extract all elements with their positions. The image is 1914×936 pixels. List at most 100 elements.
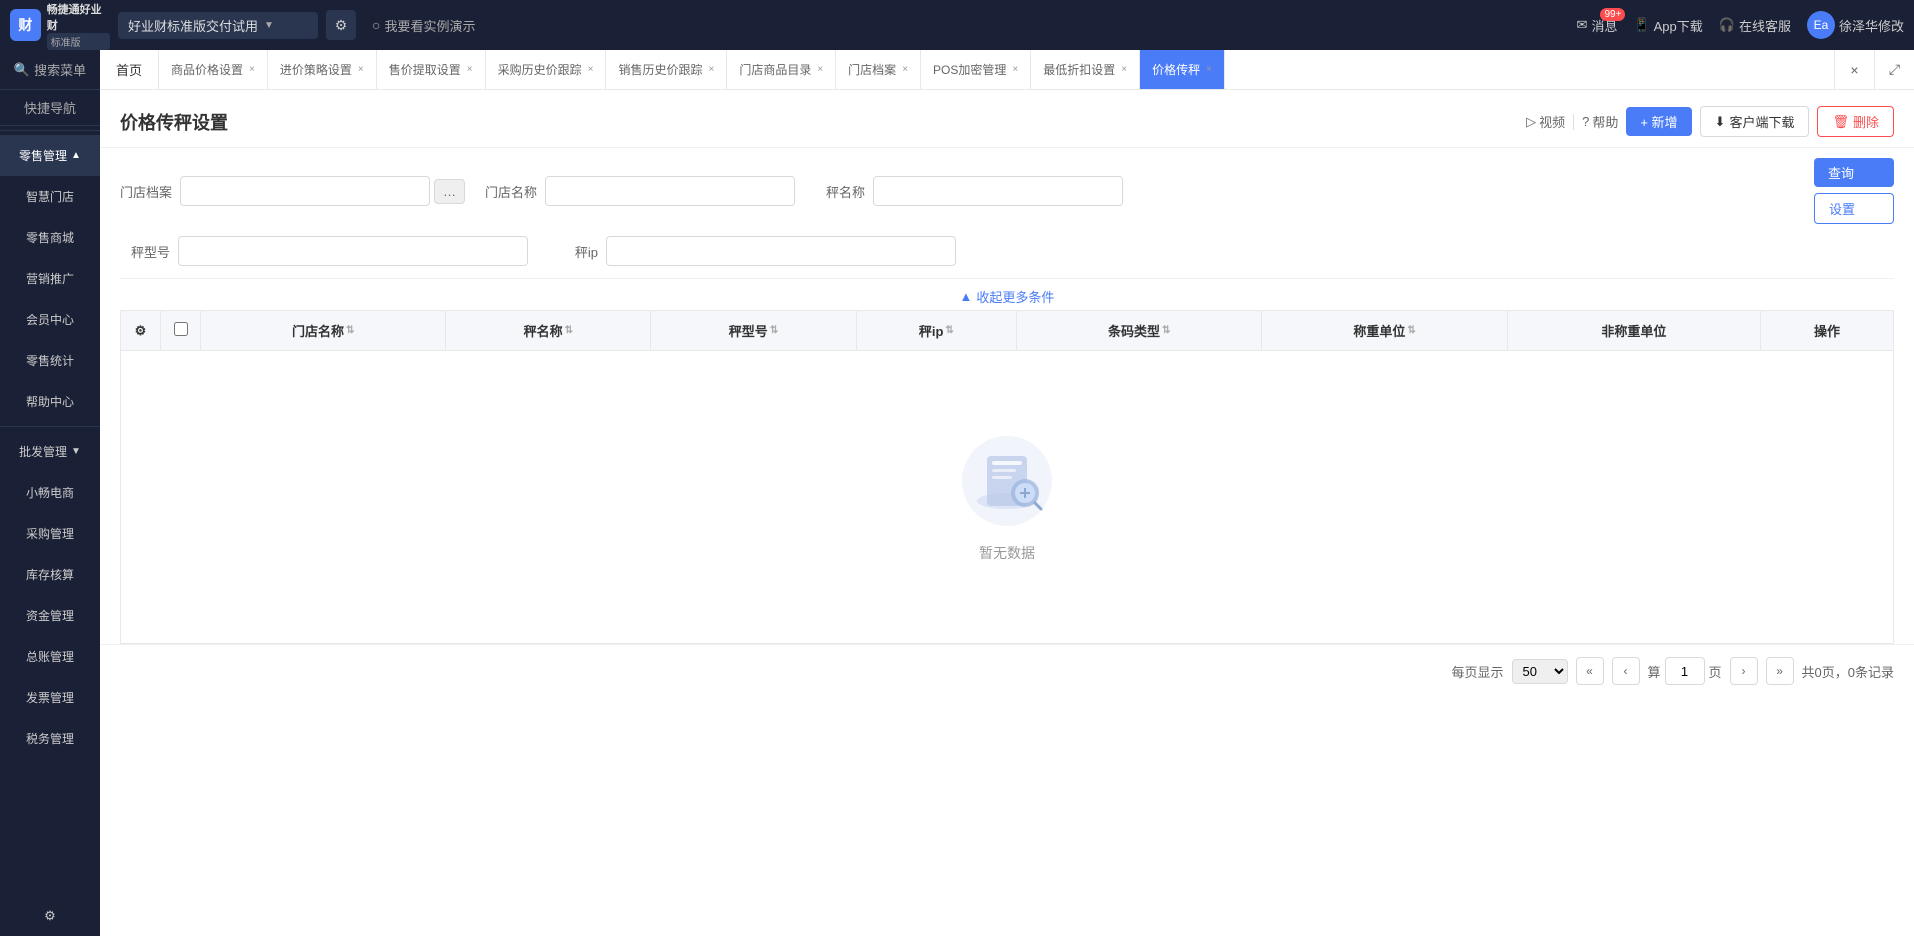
sidebar-divider-1 [0, 130, 100, 131]
th-scale-name[interactable]: 秤名称 ⇅ [446, 311, 651, 351]
online-service-button[interactable]: 🎧 在线客服 [1719, 16, 1791, 35]
th-barcode-type[interactable]: 条码类型 ⇅ [1017, 311, 1262, 351]
demo-link[interactable]: ○ 我要看实例演示 [372, 16, 475, 35]
tab-store-catalog-label: 门店商品目录 [739, 61, 811, 78]
sidebar-item-smart-store[interactable]: 智慧门店 [0, 176, 100, 217]
help-link[interactable]: ? 帮助 [1582, 112, 1618, 131]
settings-query-button[interactable]: 设置 [1814, 193, 1894, 224]
th-store-name[interactable]: 门店名称 ⇅ [201, 311, 446, 351]
tab-product-price-close-icon[interactable]: × [249, 64, 255, 75]
user-profile[interactable]: Ea 徐泽华修改 [1807, 11, 1904, 39]
add-button[interactable]: + 新增 [1626, 107, 1691, 136]
sidebar-item-tax[interactable]: 税务管理 [0, 718, 100, 759]
tab-sale-price-close-icon[interactable]: × [467, 64, 473, 75]
chevron-up-icon: ▲ [960, 289, 973, 304]
sidebar-item-ecommerce[interactable]: 小畅电商 [0, 472, 100, 513]
tab-home[interactable]: 首页 [100, 50, 159, 90]
sidebar-item-inventory[interactable]: 库存核算 [0, 554, 100, 595]
sidebar-item-marketing[interactable]: 营销推广 [0, 258, 100, 299]
tab-maximize-button[interactable]: ⤢ [1874, 50, 1914, 90]
tab-store-catalog[interactable]: 门店商品目录 × [727, 50, 836, 90]
sidebar-item-retail-management[interactable]: 零售管理 ▲ [0, 135, 100, 176]
tab-store-catalog-close-icon[interactable]: × [817, 64, 823, 75]
sidebar-item-retail-mall[interactable]: 零售商城 [0, 217, 100, 258]
query-button[interactable]: 查询 [1814, 158, 1894, 187]
online-service-label: 在线客服 [1739, 16, 1791, 35]
tab-store-archive-close-icon[interactable]: × [902, 64, 908, 75]
delete-button[interactable]: 🗑 删除 [1817, 106, 1894, 137]
download-button[interactable]: ⬇ 客户端下载 [1700, 106, 1810, 137]
tab-price-scale[interactable]: 价格传秤 × [1140, 50, 1225, 90]
page-input[interactable] [1665, 657, 1705, 685]
tab-sales-history[interactable]: 销售历史价跟踪 × [606, 50, 727, 90]
sidebar-item-help-center[interactable]: 帮助中心 [0, 381, 100, 422]
th-actions-label: 操作 [1814, 324, 1840, 339]
tab-pos-management[interactable]: POS加密管理 × [921, 50, 1031, 90]
topbar-settings-button[interactable]: ⚙ [326, 10, 356, 40]
tab-purchase-history-label: 采购历史价跟踪 [498, 61, 582, 78]
sidebar-item-retail-stats[interactable]: 零售统计 [0, 340, 100, 381]
sidebar-finance-label: 资金管理 [26, 607, 74, 624]
page-input-wrap: 算 页 [1648, 657, 1722, 685]
tab-product-price[interactable]: 商品价格设置 × [159, 50, 268, 90]
prev-page-button[interactable]: ‹ [1612, 657, 1640, 685]
main-area: 首页 商品价格设置 × 进价策略设置 × 售价提取设置 × 采购历史价跟踪 × … [100, 50, 1914, 936]
tab-purchase-strategy[interactable]: 进价策略设置 × [268, 50, 377, 90]
th-scale-model[interactable]: 秤型号 ⇅ [651, 311, 856, 351]
sidebar-quick-nav[interactable]: 快捷导航 [0, 90, 100, 126]
store-name-input[interactable] [545, 176, 795, 206]
store-archive-ellipsis-button[interactable]: … [434, 179, 465, 204]
sidebar-item-invoice[interactable]: 发票管理 [0, 677, 100, 718]
th-scale-ip[interactable]: 秤ip ⇅ [856, 311, 1017, 351]
sidebar-help-label: 帮助中心 [26, 393, 74, 410]
tab-store-archive[interactable]: 门店档案 × [836, 50, 921, 90]
sidebar-item-purchase-management[interactable]: 采购管理 [0, 513, 100, 554]
sidebar-settings-button[interactable]: ⚙ [0, 896, 100, 936]
scale-model-input[interactable] [178, 236, 528, 266]
tab-purchase-history[interactable]: 采购历史价跟踪 × [486, 50, 607, 90]
scale-name-label: 秤名称 [815, 182, 865, 201]
page-content: 价格传秤设置 ▷ 视频 ? 帮助 + 新增 ⬇ 客户端下载 [100, 90, 1914, 936]
per-page-select[interactable]: 50 10 20 100 [1512, 659, 1568, 684]
sidebar-item-member-center[interactable]: 会员中心 [0, 299, 100, 340]
tab-sales-history-close-icon[interactable]: × [708, 64, 714, 75]
first-page-button[interactable]: « [1576, 657, 1604, 685]
tab-discount[interactable]: 最低折扣设置 × [1031, 50, 1140, 90]
filter-row-1: 门店档案 … 门店名称 秤名称 查 [120, 158, 1894, 224]
store-archive-input[interactable] [180, 176, 430, 206]
sidebar-item-ledger[interactable]: 总账管理 [0, 636, 100, 677]
page-total: 共0页，0条记录 [1802, 662, 1894, 681]
tab-sale-price[interactable]: 售价提取设置 × [377, 50, 486, 90]
action-divider-1 [1573, 114, 1574, 130]
version-selector[interactable]: 好业财标准版交付试用 ▼ [118, 12, 318, 39]
tab-pos-management-close-icon[interactable]: × [1012, 64, 1018, 75]
messages-button[interactable]: ✉ 消息 99+ [1577, 16, 1618, 35]
last-page-button[interactable]: » [1766, 657, 1794, 685]
th-settings[interactable]: ⚙ [121, 311, 161, 351]
selector-text: 好业财标准版交付试用 [128, 16, 258, 35]
sidebar-item-finance[interactable]: 资金管理 [0, 595, 100, 636]
app-download-label: App下载 [1654, 16, 1703, 35]
video-icon: ▷ [1526, 114, 1536, 130]
tab-purchase-strategy-close-icon[interactable]: × [358, 64, 364, 75]
tab-price-scale-close-icon[interactable]: × [1206, 64, 1212, 75]
sidebar-search[interactable]: 🔍 搜索菜单 [0, 50, 100, 90]
settings-icon: ⚙ [44, 908, 56, 923]
tab-discount-close-icon[interactable]: × [1121, 64, 1127, 75]
scale-name-input[interactable] [873, 176, 1123, 206]
sidebar: 🔍 搜索菜单 快捷导航 零售管理 ▲ 智慧门店 零售商城 营销推广 会员中心 零… [0, 50, 100, 936]
scale-ip-input[interactable] [606, 236, 956, 266]
tab-purchase-history-close-icon[interactable]: × [588, 64, 594, 75]
select-all-checkbox[interactable] [174, 322, 188, 336]
app-download-button[interactable]: 📱 App下载 [1633, 16, 1702, 35]
sidebar-item-wholesale-management[interactable]: 批发管理 ▼ [0, 431, 100, 472]
tab-close-button[interactable]: × [1834, 50, 1874, 90]
top-right: ✉ 消息 99+ 📱 App下载 🎧 在线客服 Ea 徐泽华修改 [1577, 11, 1904, 39]
tab-price-scale-label: 价格传秤 [1152, 61, 1200, 78]
video-link[interactable]: ▷ 视频 [1526, 112, 1565, 131]
th-scale-ip-label: 秤ip [919, 321, 944, 340]
tab-pos-management-label: POS加密管理 [933, 61, 1006, 78]
th-weight-unit[interactable]: 称重单位 ⇅ [1262, 311, 1507, 351]
collapse-button[interactable]: ▲ 收起更多条件 [120, 278, 1894, 310]
next-page-button[interactable]: › [1730, 657, 1758, 685]
